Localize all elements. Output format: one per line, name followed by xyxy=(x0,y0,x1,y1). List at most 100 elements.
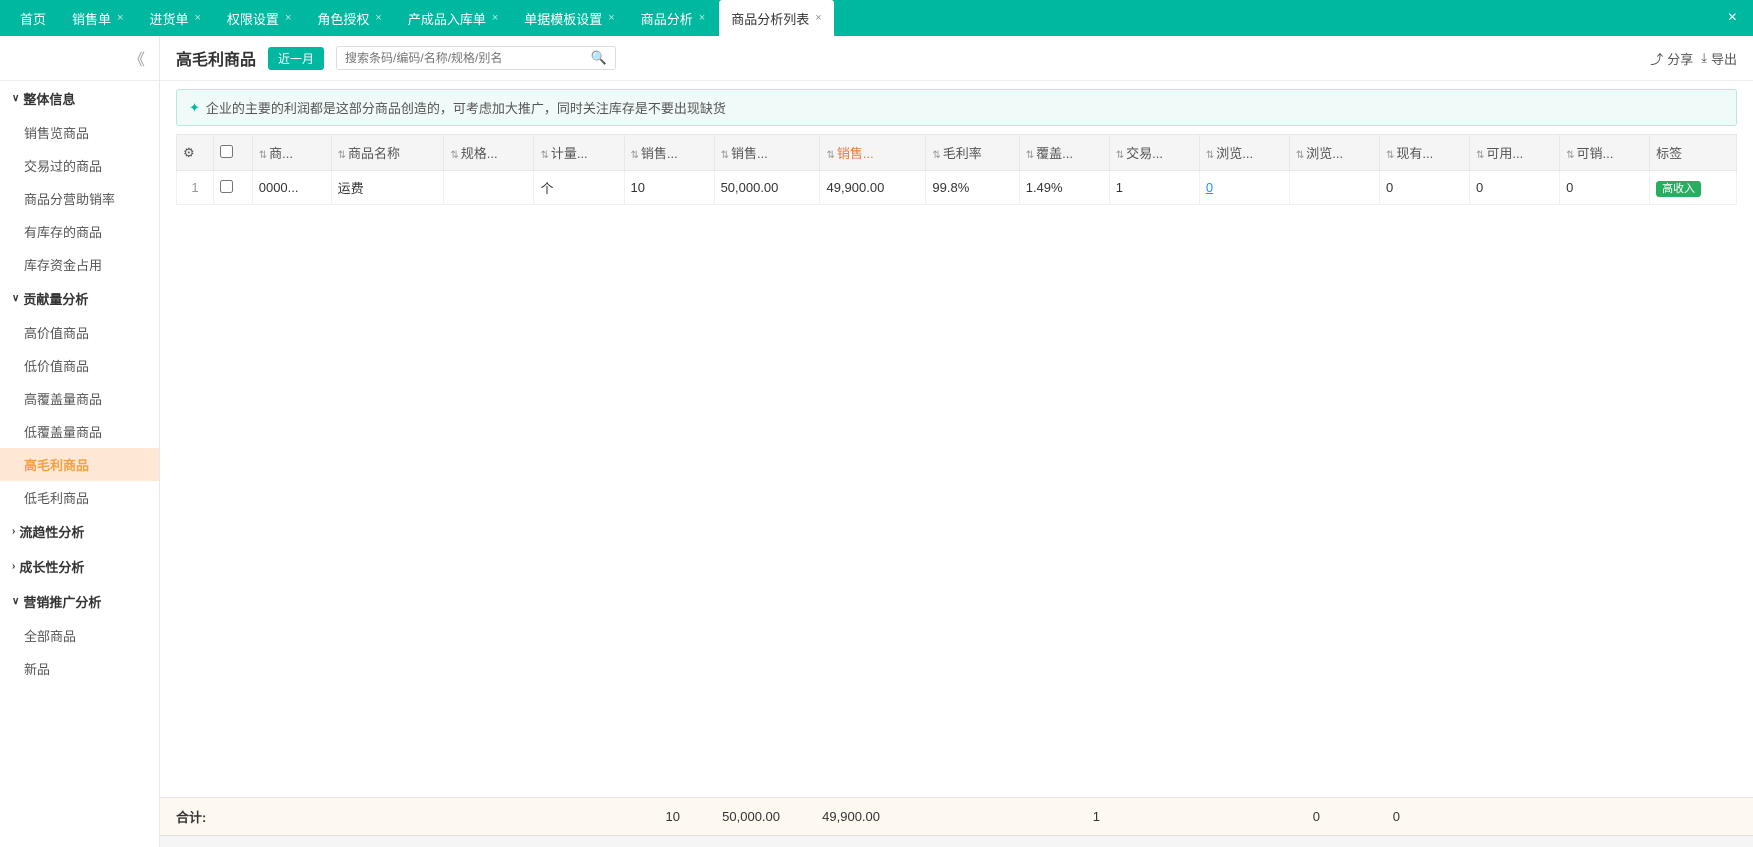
col-coverage: ⇅覆盖... xyxy=(1019,135,1109,171)
chevron-down-icon: ∨ xyxy=(12,293,19,304)
row-saleable: 0 xyxy=(1560,171,1650,205)
footer-sales-profit: 49,900.00 xyxy=(786,809,886,824)
footer-sales-qty: 10 xyxy=(606,809,686,824)
col-saleable: ⇅可销... xyxy=(1560,135,1650,171)
row-checkbox[interactable] xyxy=(213,171,252,205)
footer-transaction: 1 xyxy=(1026,809,1106,824)
col-sales-amount: ⇅销售... xyxy=(714,135,820,171)
sidebar-item-low-coverage[interactable]: 低覆盖量商品 xyxy=(0,415,159,448)
footer-spacer4 xyxy=(476,809,556,824)
footer-spacer8 xyxy=(1106,809,1176,824)
sidebar-group-contribution[interactable]: ∨ 贡献量分析 xyxy=(0,281,159,316)
sidebar-item-high-margin[interactable]: 高毛利商品 xyxy=(0,448,159,481)
sidebar-item-low-margin[interactable]: 低毛利商品 xyxy=(0,481,159,514)
nav-tab-template[interactable]: 单据模板设置 × xyxy=(512,0,626,36)
info-banner: ✦ 企业的主要的利润都是这部分商品创造的，可考虑加大推广，同时关注库存是不要出现… xyxy=(176,89,1737,126)
sidebar-item-traded[interactable]: 交易过的商品 xyxy=(0,149,159,182)
header-actions: ⤴ 分享 ⤓ 导出 xyxy=(1650,49,1737,68)
nav-tab-home[interactable]: 首页 xyxy=(8,0,58,36)
col-spec: ⇅规格... xyxy=(444,135,534,171)
sidebar-group-trend[interactable]: › 流趋性分析 xyxy=(0,514,159,549)
export-button[interactable]: ⤓ 导出 xyxy=(1701,49,1737,68)
sidebar-item-stock-capital[interactable]: 库存资金占用 xyxy=(0,248,159,281)
row-sales-qty: 10 xyxy=(624,171,714,205)
row-browse1[interactable]: 0 xyxy=(1199,171,1289,205)
sidebar-item-high-coverage[interactable]: 高覆盖量商品 xyxy=(0,382,159,415)
search-input[interactable] xyxy=(345,51,587,65)
footer-spacer5 xyxy=(556,809,606,824)
horizontal-scrollbar[interactable] xyxy=(160,835,1753,847)
select-all-checkbox[interactable] xyxy=(220,145,233,158)
chevron-right-icon: › xyxy=(12,561,15,572)
close-icon[interactable]: × xyxy=(194,12,200,24)
col-sales-profit: ⇅销售... xyxy=(820,135,926,171)
sidebar-item-sell-rate[interactable]: 商品分营助销率 xyxy=(0,182,159,215)
footer-spacer2 xyxy=(296,809,356,824)
sidebar-group-overall[interactable]: ∨ 整体信息 xyxy=(0,81,159,116)
sidebar-group-marketing[interactable]: ∨ 营销推广分析 xyxy=(0,584,159,619)
info-icon: ✦ xyxy=(189,100,200,116)
chevron-down-icon: ∨ xyxy=(12,93,19,104)
nav-tab-analysis-list[interactable]: 商品分析列表 × xyxy=(719,0,833,36)
footer-spacer6 xyxy=(886,809,956,824)
table-footer: 合计: 10 50,000.00 49,900.00 1 0 0 xyxy=(160,797,1753,835)
col-name: ⇅商品名称 xyxy=(331,135,444,171)
close-icon[interactable]: × xyxy=(815,12,821,24)
sidebar-item-high-value[interactable]: 高价值商品 xyxy=(0,316,159,349)
row-spec xyxy=(444,171,534,205)
sidebar-collapse-btn[interactable]: 《 xyxy=(123,40,151,76)
footer-cells: 10 50,000.00 49,900.00 1 0 0 xyxy=(236,809,1737,824)
nav-tab-purchase[interactable]: 进货单 × xyxy=(137,0,212,36)
top-nav: 首页 销售单 × 进货单 × 权限设置 × 角色授权 × 产成品入库单 × 单据… xyxy=(0,0,1753,36)
footer-spacer9 xyxy=(1176,809,1246,824)
nav-tab-permission[interactable]: 权限设置 × xyxy=(215,0,303,36)
close-icon[interactable]: × xyxy=(375,12,381,24)
time-filter-button[interactable]: 近一月 xyxy=(268,47,324,70)
footer-spacer3 xyxy=(356,809,476,824)
row-transaction: 1 xyxy=(1109,171,1199,205)
footer-current-stock: 0 xyxy=(1246,809,1326,824)
nav-tab-inbound[interactable]: 产成品入库单 × xyxy=(396,0,510,36)
close-icon[interactable]: × xyxy=(285,12,291,24)
row-code: 0000... xyxy=(252,171,331,205)
col-sales-qty: ⇅销售... xyxy=(624,135,714,171)
main-layout: 《 ∨ 整体信息 销售览商品 交易过的商品 商品分营助销率 有库存的商品 库存资… xyxy=(0,36,1753,847)
footer-label: 合计: xyxy=(176,807,236,826)
footer-spacer7 xyxy=(956,809,1026,824)
footer-available: 0 xyxy=(1326,809,1406,824)
sidebar-item-sales-overview[interactable]: 销售览商品 xyxy=(0,116,159,149)
col-tag: 标签 xyxy=(1650,135,1737,171)
col-settings[interactable]: ⚙ xyxy=(177,135,214,171)
col-checkbox[interactable] xyxy=(213,135,252,171)
row-sales-profit: 49,900.00 xyxy=(820,171,926,205)
sidebar-item-new-products[interactable]: 新品 xyxy=(0,652,159,685)
window-close-button[interactable]: × xyxy=(1720,5,1745,31)
page-title: 高毛利商品 xyxy=(176,46,256,70)
col-current-stock: ⇅现有... xyxy=(1379,135,1469,171)
nav-tab-sales[interactable]: 销售单 × xyxy=(60,0,135,36)
sidebar-group-growth[interactable]: › 成长性分析 xyxy=(0,549,159,584)
close-icon[interactable]: × xyxy=(492,12,498,24)
sidebar-item-in-stock[interactable]: 有库存的商品 xyxy=(0,215,159,248)
footer-sales-amount: 50,000.00 xyxy=(686,809,786,824)
row-number: 1 xyxy=(177,171,214,205)
close-icon[interactable]: × xyxy=(699,12,705,24)
row-name: 运费 xyxy=(331,171,444,205)
close-icon[interactable]: × xyxy=(608,12,614,24)
share-button[interactable]: ⤴ 分享 xyxy=(1650,49,1693,68)
sidebar-item-low-value[interactable]: 低价值商品 xyxy=(0,349,159,382)
col-gross-margin: ⇅毛利率 xyxy=(926,135,1019,171)
row-tag: 高收入 xyxy=(1650,171,1737,205)
row-unit: 个 xyxy=(534,171,624,205)
row-available: 0 xyxy=(1470,171,1560,205)
table-row: 1 0000... 运费 个 10 50,000.00 49,900.00 99… xyxy=(177,171,1737,205)
content-area: 高毛利商品 近一月 🔍 ⤴ 分享 ⤓ 导出 ✦ 企业的主要的利润都是这部分商品创… xyxy=(160,36,1753,847)
products-table: ⚙ ⇅商... ⇅商品名称 ⇅规格... ⇅计量... ⇅销售... ⇅销售..… xyxy=(176,134,1737,205)
nav-tab-analysis[interactable]: 商品分析 × xyxy=(629,0,717,36)
nav-tab-role[interactable]: 角色授权 × xyxy=(305,0,393,36)
search-box: 🔍 xyxy=(336,46,616,70)
search-icon[interactable]: 🔍 xyxy=(591,50,607,66)
sidebar-item-all-products[interactable]: 全部商品 xyxy=(0,619,159,652)
row-browse2 xyxy=(1289,171,1379,205)
close-icon[interactable]: × xyxy=(117,12,123,24)
